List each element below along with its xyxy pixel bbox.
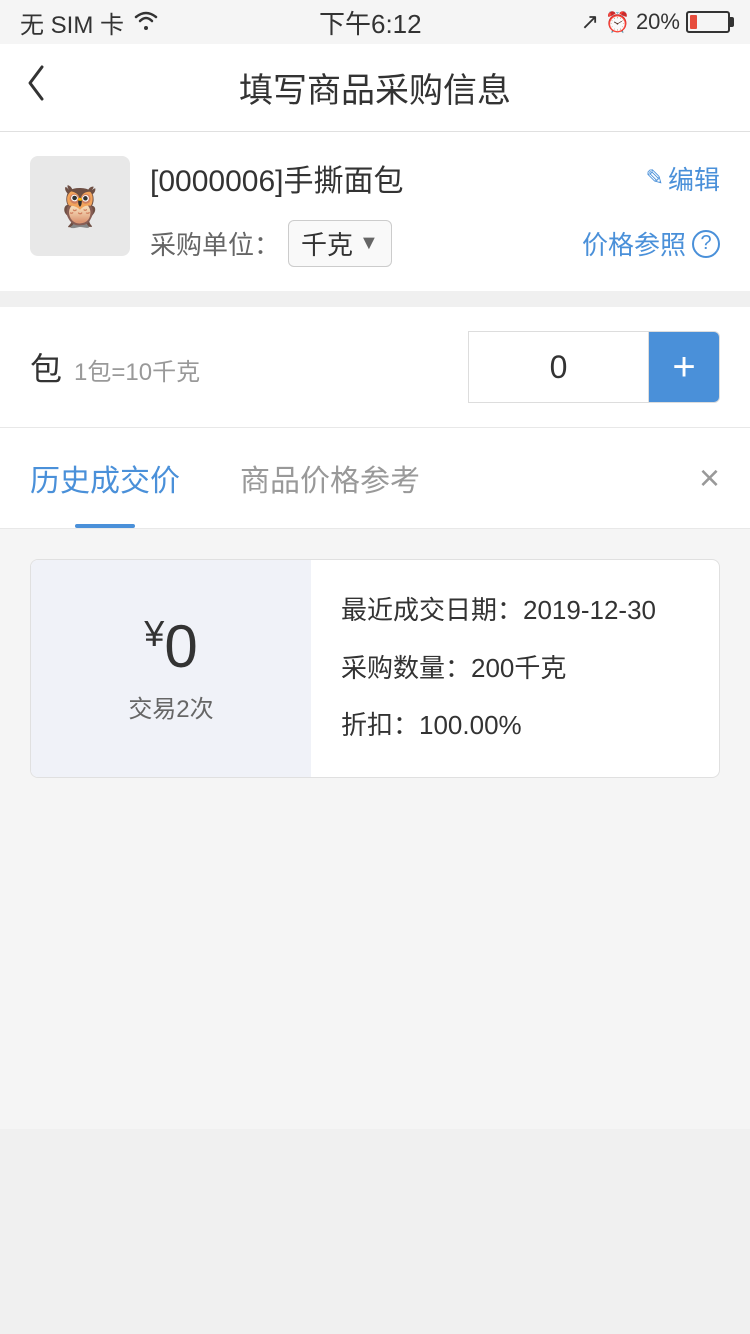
- date-label: 最近成交日期：: [341, 595, 523, 625]
- quantity-row: 包 1包=10千克 0 +: [0, 307, 750, 428]
- product-name: [0000006]手撕面包: [150, 156, 403, 200]
- status-icons: ↗ ⏰ 20%: [581, 9, 730, 35]
- date-value: 2019-12-30: [523, 595, 656, 625]
- unit-label: 采购单位：: [150, 225, 280, 262]
- tab-close-button[interactable]: ×: [699, 457, 720, 499]
- unit-value: 千克: [301, 225, 353, 262]
- quantity-control: 0 +: [468, 331, 720, 403]
- tab-history-label: 历史成交价: [30, 465, 180, 498]
- plus-icon: +: [672, 345, 695, 390]
- battery-percent: 20%: [636, 9, 680, 35]
- price-trades: 交易2次: [128, 689, 213, 724]
- price-ref-button[interactable]: 价格参照 ?: [582, 225, 720, 262]
- question-icon: ?: [700, 232, 711, 255]
- battery-icon: [686, 11, 730, 33]
- edit-label: 编辑: [668, 160, 720, 197]
- section-divider: [0, 291, 750, 307]
- wifi-icon: [132, 8, 160, 37]
- currency-symbol: ¥: [144, 613, 164, 654]
- carrier-text: 无 SIM 卡: [20, 5, 124, 40]
- price-ref-label: 价格参照: [582, 225, 686, 262]
- edit-icon: ✎: [646, 165, 664, 191]
- price-quantity-row: 采购数量：200千克: [341, 648, 689, 690]
- tab-history-price[interactable]: 历史成交价: [30, 428, 180, 528]
- product-thumbnail: 🦉: [30, 156, 130, 256]
- status-bar: 无 SIM 卡 下午6:12 ↗ ⏰ 20%: [0, 0, 750, 44]
- tab-price-ref-label: 商品价格参考: [240, 465, 420, 498]
- status-time: 下午6:12: [319, 4, 422, 41]
- quantity-value: 0: [550, 349, 568, 386]
- close-icon: ×: [699, 457, 720, 498]
- quantity-input[interactable]: 0: [468, 331, 648, 403]
- quantity-detail-value: 200千克: [471, 653, 566, 683]
- price-discount-row: 折扣：100.00%: [341, 705, 689, 747]
- tab-price-ref[interactable]: 商品价格参考: [240, 428, 420, 528]
- discount-value: 100.00%: [419, 710, 522, 740]
- price-amount: ¥0: [144, 612, 197, 681]
- back-button[interactable]: [24, 63, 48, 112]
- product-logo: 🦉: [55, 183, 105, 230]
- status-carrier: 无 SIM 卡: [20, 5, 160, 40]
- price-card: ¥0 交易2次 最近成交日期：2019-12-30 采购数量：200千克 折扣：…: [30, 559, 720, 778]
- tabs-container: 历史成交价 商品价格参考 ×: [0, 428, 750, 529]
- price-number: 0: [164, 613, 197, 680]
- product-info: [0000006]手撕面包 ✎ 编辑 采购单位： 千克 ▼ 价格参照: [150, 156, 720, 267]
- location-icon: ↗: [581, 9, 599, 35]
- product-card: 🦉 [0000006]手撕面包 ✎ 编辑 采购单位： 千克 ▼: [0, 132, 750, 291]
- tabs-group: 历史成交价 商品价格参考: [30, 428, 420, 528]
- price-summary: ¥0 交易2次: [31, 560, 311, 777]
- nav-bar: 填写商品采购信息: [0, 44, 750, 132]
- unit-selector[interactable]: 千克 ▼: [288, 220, 392, 267]
- chevron-down-icon: ▼: [359, 232, 379, 255]
- content-area: ¥0 交易2次 最近成交日期：2019-12-30 采购数量：200千克 折扣：…: [0, 529, 750, 1129]
- discount-label: 折扣：: [341, 710, 419, 740]
- price-date-row: 最近成交日期：2019-12-30: [341, 590, 689, 632]
- alarm-icon: ⏰: [605, 10, 630, 35]
- page-title: 填写商品采购信息: [239, 63, 511, 112]
- quantity-unit: 包: [30, 344, 62, 390]
- quantity-label: 采购数量：: [341, 653, 471, 683]
- quantity-plus-button[interactable]: +: [648, 331, 720, 403]
- quantity-hint: 1包=10千克: [74, 352, 200, 387]
- edit-button[interactable]: ✎ 编辑: [646, 160, 720, 197]
- price-ref-icon: ?: [692, 230, 720, 258]
- price-details: 最近成交日期：2019-12-30 采购数量：200千克 折扣：100.00%: [311, 560, 719, 777]
